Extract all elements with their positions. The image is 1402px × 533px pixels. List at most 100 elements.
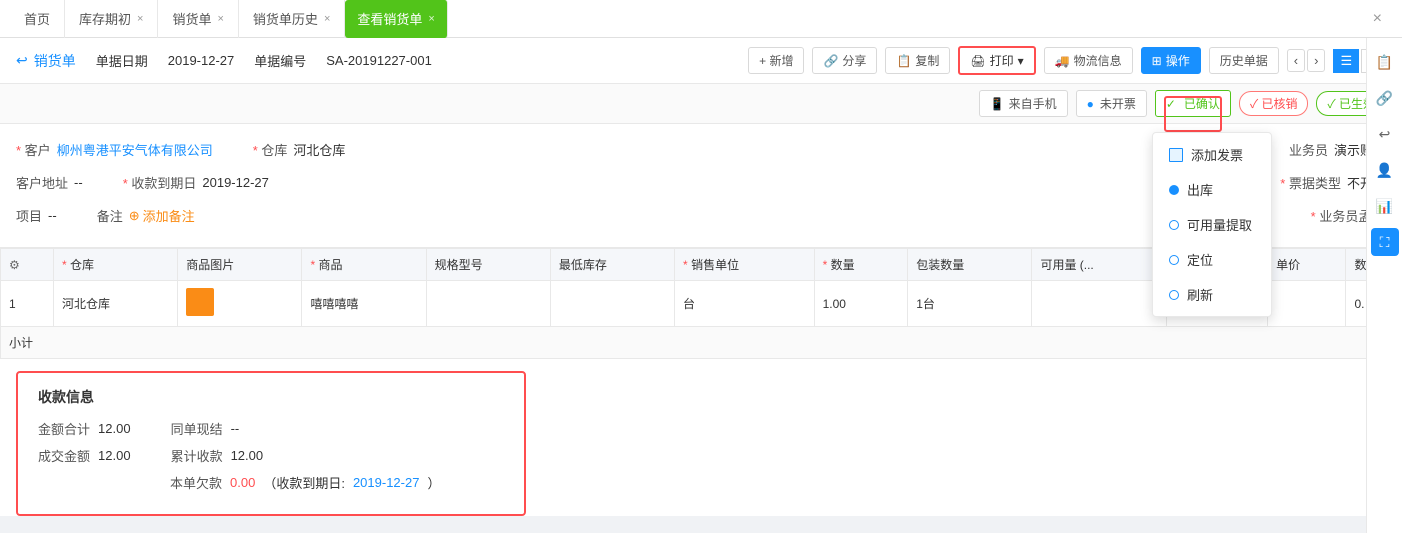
col-settings[interactable]: ⚙ — [1, 249, 54, 281]
subtotal-row: 小计 — [1, 327, 1402, 359]
sidebar-icon-4[interactable]: 👤 — [1371, 156, 1399, 184]
settings-icon[interactable]: ⚙ — [9, 258, 20, 272]
row-unit-price — [1268, 281, 1346, 327]
not-opened-button[interactable]: 未开票 — [1076, 90, 1147, 117]
available-qty-icon — [1169, 220, 1179, 230]
arrears-note-end: ） — [427, 473, 440, 492]
tab-home[interactable]: 首页 — [10, 0, 65, 38]
number-label: 单据编号 — [254, 51, 306, 70]
address-label: 客户地址 — [16, 173, 68, 192]
sold-status-badge[interactable]: ✓ 已核销 — [1239, 91, 1309, 116]
arrears-date: 2019-12-27 — [353, 475, 420, 490]
staff2-label: 业务员孟 — [1311, 206, 1372, 225]
copy-icon: 📋 — [896, 54, 911, 68]
date-label: 单据日期 — [96, 51, 148, 70]
payment-row-1: 金额合计 12.00 同单现结 -- — [38, 419, 504, 438]
logistics-button[interactable]: 🚚 物流信息 — [1044, 47, 1133, 74]
arrears-label: 本单欠款 — [170, 473, 222, 492]
share-icon: 🔗 — [823, 54, 838, 68]
col-unit-price: 单价 — [1268, 249, 1346, 281]
due-date-value: 2019-12-27 — [202, 175, 269, 190]
locate-icon — [1169, 255, 1179, 265]
address-value: -- — [74, 175, 83, 190]
customer-label: 客户 — [16, 140, 51, 159]
sidebar-icon-2[interactable]: 🔗 — [1371, 84, 1399, 112]
window-close-button[interactable]: × — [1363, 10, 1392, 28]
add-note-button[interactable]: 添加备注 — [129, 206, 195, 225]
cumulative-field: 累计收款 12.00 — [171, 446, 264, 465]
row-sales-unit: 台 — [675, 281, 815, 327]
main-content: ↩ 销货单 单据日期 2019-12-27 单据编号 SA-20191227-0… — [0, 38, 1402, 516]
col-warehouse: 仓库 — [54, 249, 178, 281]
row-warehouse: 河北仓库 — [54, 281, 178, 327]
sub-toolbar: 📱 来自手机 未开票 已确认 ✓ 已核销 ✓ 已生效 — [0, 84, 1402, 124]
close-icon[interactable]: × — [324, 13, 330, 25]
print-button[interactable]: 🖨 打印 ▾ — [958, 46, 1035, 75]
phone-icon: 📱 — [990, 97, 1005, 111]
tab-sales-order[interactable]: 销货单 × — [158, 0, 238, 38]
close-icon[interactable]: × — [137, 13, 143, 25]
tab-view-sales[interactable]: 查看销货单 × — [345, 0, 447, 38]
same-order-field: 同单现结 -- — [171, 419, 240, 438]
prev-arrow[interactable]: ‹ — [1287, 49, 1305, 72]
customer-value[interactable]: 柳州粤港平安气体有限公司 — [57, 140, 213, 159]
confirm-button[interactable]: 已确认 — [1155, 90, 1231, 117]
list-view-button[interactable]: ☰ — [1333, 49, 1359, 73]
arrears-field: 本单欠款 0.00 （收款到期日: 2019-12-27 ） — [170, 473, 440, 492]
operate-dropdown: 添加发票 出库 可用量提取 定位 刷新 — [1152, 132, 1272, 317]
transaction-amount-value: 12.00 — [98, 448, 131, 463]
product-image — [186, 288, 214, 316]
same-order-label: 同单现结 — [171, 419, 223, 438]
document-actions: + 新增 🔗 分享 📋 复制 🖨 打印 ▾ 🚚 物流信息 ⊞ 操作 — [748, 46, 1386, 75]
sidebar-icon-5[interactable]: 📊 — [1371, 192, 1399, 220]
col-min-stock: 最低库存 — [550, 249, 674, 281]
cumulative-label: 累计收款 — [171, 446, 223, 465]
row-quantity: 1.00 — [814, 281, 908, 327]
transaction-amount-field: 成交金额 12.00 — [38, 446, 131, 465]
row-no: 1 — [1, 281, 54, 327]
payment-row-3: 本单欠款 0.00 （收款到期日: 2019-12-27 ） — [38, 473, 504, 492]
sidebar-icon-6[interactable]: ⛶ — [1371, 228, 1399, 256]
menu-locate[interactable]: 定位 — [1153, 242, 1271, 277]
close-icon[interactable]: × — [428, 13, 434, 25]
new-button[interactable]: + 新增 — [748, 47, 804, 74]
close-icon[interactable]: × — [217, 13, 223, 25]
project-field: 项目 -- — [16, 206, 57, 225]
menu-available-qty[interactable]: 可用量提取 — [1153, 207, 1271, 242]
subtotal-label: 小计 — [1, 327, 1402, 359]
menu-refresh[interactable]: 刷新 — [1153, 277, 1271, 312]
share-button[interactable]: 🔗 分享 — [812, 47, 877, 74]
ticket-type-label: 票据类型 — [1280, 173, 1341, 192]
copy-button[interactable]: 📋 复制 — [885, 47, 950, 74]
due-date-field: 收款到期日 2019-12-27 — [123, 173, 269, 192]
from-phone-button[interactable]: 📱 来自手机 — [979, 90, 1068, 117]
next-arrow[interactable]: › — [1307, 49, 1325, 72]
menu-outbound[interactable]: 出库 — [1153, 172, 1271, 207]
row-pack-qty: 1台 — [908, 281, 1032, 327]
row-product: 嘻嘻嘻嘻 — [302, 281, 426, 327]
document-icon: ↩ — [16, 52, 28, 69]
col-quantity: 数量 — [814, 249, 908, 281]
same-order-value: -- — [231, 421, 240, 436]
add-invoice-icon — [1169, 148, 1183, 162]
staff-label: 业务员 — [1289, 140, 1328, 159]
tab-sales-history[interactable]: 销货单历史 × — [239, 0, 345, 38]
document-meta: 单据日期 2019-12-27 单据编号 SA-20191227-001 — [96, 51, 432, 70]
operate-button[interactable]: ⊞ 操作 — [1141, 47, 1201, 74]
sidebar-icon-3[interactable]: ↩ — [1371, 120, 1399, 148]
print-icon: 🖨 — [970, 54, 985, 68]
document-title: ↩ 销货单 — [16, 51, 76, 71]
total-amount-value: 12.00 — [98, 421, 131, 436]
transaction-amount-label: 成交金额 — [38, 446, 90, 465]
history-button[interactable]: 历史单据 — [1209, 47, 1279, 74]
tab-stock-init[interactable]: 库存期初 × — [65, 0, 158, 38]
menu-add-invoice[interactable]: 添加发票 — [1153, 137, 1271, 172]
payment-title: 收款信息 — [38, 387, 504, 407]
customer-field: 客户 柳州粤港平安气体有限公司 — [16, 140, 213, 159]
col-pack-qty: 包装数量 — [908, 249, 1032, 281]
warehouse-label: 仓库 — [253, 140, 288, 159]
sidebar-icon-1[interactable]: 📋 — [1371, 48, 1399, 76]
truck-icon: 🚚 — [1055, 54, 1070, 68]
payment-row-2: 成交金额 12.00 累计收款 12.00 — [38, 446, 504, 465]
address-field: 客户地址 -- — [16, 173, 83, 192]
